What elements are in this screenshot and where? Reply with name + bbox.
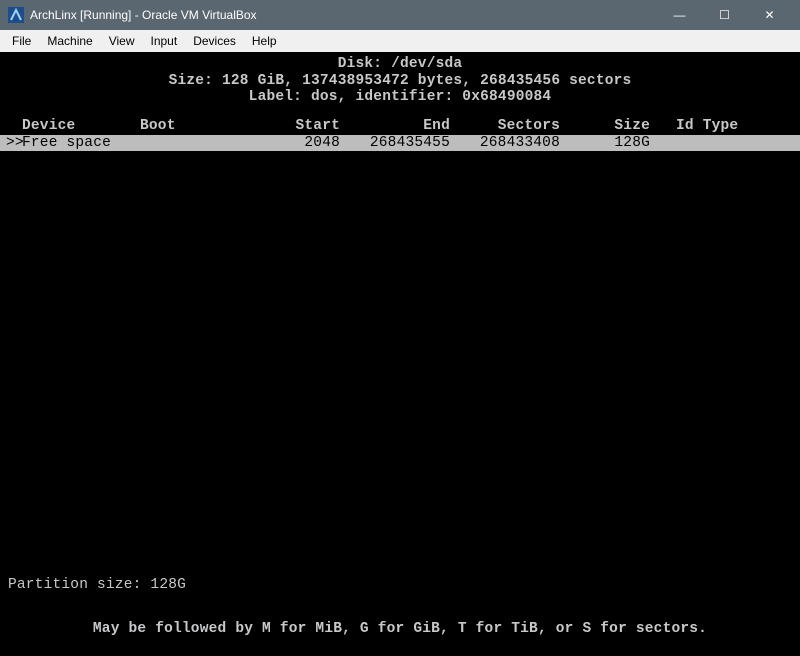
size-line: Size: 128 GiB, 137438953472 bytes, 26843… (0, 73, 800, 90)
col-boot: Boot (140, 118, 230, 135)
col-end: End (340, 118, 450, 135)
partition-size-prompt: Partition size: 128G (0, 577, 800, 594)
partition-table-header: Device Boot Start End Sectors Size Id Ty… (0, 118, 800, 135)
cell-idtype (650, 135, 750, 152)
menu-devices[interactable]: Devices (185, 34, 244, 48)
cell-end: 268435455 (340, 135, 450, 152)
disk-line: Disk: /dev/sda (0, 56, 800, 73)
maximize-button[interactable]: ☐ (702, 0, 747, 30)
label-line: Label: dos, identifier: 0x68490084 (0, 89, 800, 106)
console-bottom: Partition size: 128G May be followed by … (0, 577, 800, 650)
menubar: File Machine View Input Devices Help (0, 30, 800, 52)
cell-start: 2048 (230, 135, 340, 152)
menu-help[interactable]: Help (244, 34, 285, 48)
menu-machine[interactable]: Machine (39, 34, 100, 48)
menu-input[interactable]: Input (143, 34, 186, 48)
col-start: Start (230, 118, 340, 135)
col-idtype: Id Type (650, 118, 750, 135)
window-title: ArchLinx [Running] - Oracle VM VirtualBo… (30, 8, 657, 22)
cell-device: Free space (22, 135, 140, 152)
col-size: Size (560, 118, 650, 135)
cell-sectors: 268433408 (450, 135, 560, 152)
close-button[interactable]: ✕ (747, 0, 792, 30)
window-controls: — ☐ ✕ (657, 0, 792, 30)
virtualbox-icon (8, 7, 24, 23)
row-cursor: >> (4, 135, 22, 152)
minimize-button[interactable]: — (657, 0, 702, 30)
cell-size: 128G (560, 135, 650, 152)
window-titlebar: ArchLinx [Running] - Oracle VM VirtualBo… (0, 0, 800, 30)
menu-file[interactable]: File (4, 34, 39, 48)
menu-view[interactable]: View (101, 34, 143, 48)
console[interactable]: Disk: /dev/sda Size: 128 GiB, 1374389534… (0, 52, 800, 656)
col-device: Device (22, 118, 140, 135)
hint-line: May be followed by M for MiB, G for GiB,… (0, 621, 800, 638)
table-row[interactable]: >> Free space 2048 268435455 268433408 1… (0, 135, 800, 152)
cell-boot (140, 135, 230, 152)
col-sectors: Sectors (450, 118, 560, 135)
